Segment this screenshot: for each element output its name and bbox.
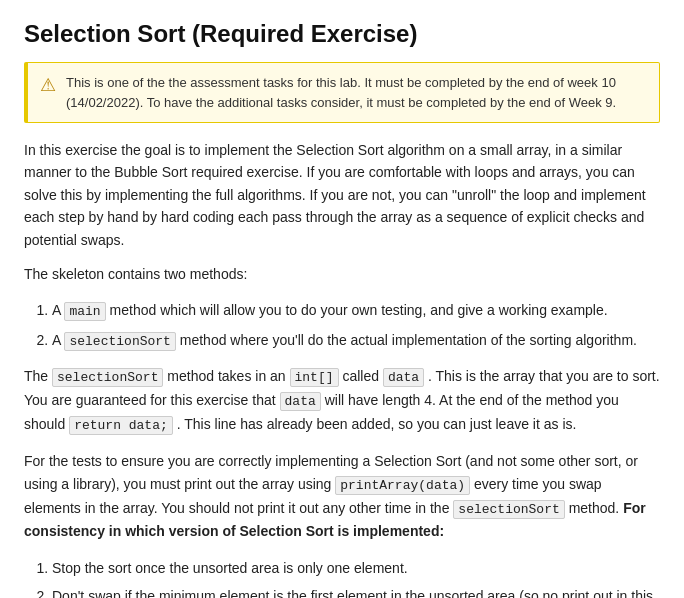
consistency-list: Stop the sort once the unsorted area is … [52, 557, 660, 598]
intarray-inline: int[] [290, 368, 339, 387]
intro-section: In this exercise the goal is to implemen… [24, 139, 660, 285]
list-item-main-prefix: A [52, 302, 64, 318]
list-item-main: A main method which will allow you to do… [52, 299, 660, 323]
data-inline-1: data [383, 368, 424, 387]
selectionsort-inline-2: selectionSort [453, 500, 564, 519]
list-item-main-suffix: method which will allow you to do your o… [106, 302, 608, 318]
method-description: The selectionSort method takes in an int… [24, 365, 660, 436]
printarray-inline: printArray(data) [335, 476, 470, 495]
warning-text: This is one of the the assessment tasks … [66, 73, 647, 112]
tests-description: For the tests to ensure you are correctl… [24, 450, 660, 542]
consistency-item-2: Don't swap if the minimum element is the… [52, 585, 660, 598]
warning-box: ⚠ This is one of the the assessment task… [24, 62, 660, 123]
page-title: Selection Sort (Required Exercise) [24, 20, 660, 48]
methods-list: A main method which will allow you to do… [52, 299, 660, 353]
return-data-inline: return data; [69, 416, 173, 435]
list-item-ss-prefix: A [52, 332, 64, 348]
paragraph-2: The skeleton contains two methods: [24, 263, 660, 285]
warning-icon: ⚠ [40, 74, 56, 96]
list-item-ss-suffix: method where you'll do the actual implem… [176, 332, 637, 348]
consistency-item-1: Stop the sort once the unsorted area is … [52, 557, 660, 579]
list-item-selectionsort: A selectionSort method where you'll do t… [52, 329, 660, 353]
selectionsort-code: selectionSort [64, 332, 175, 351]
paragraph-tests: For the tests to ensure you are correctl… [24, 450, 660, 542]
selectionsort-inline: selectionSort [52, 368, 163, 387]
data-inline-2: data [280, 392, 321, 411]
paragraph-1: In this exercise the goal is to implemen… [24, 139, 660, 251]
main-code: main [64, 302, 105, 321]
paragraph-method: The selectionSort method takes in an int… [24, 365, 660, 436]
